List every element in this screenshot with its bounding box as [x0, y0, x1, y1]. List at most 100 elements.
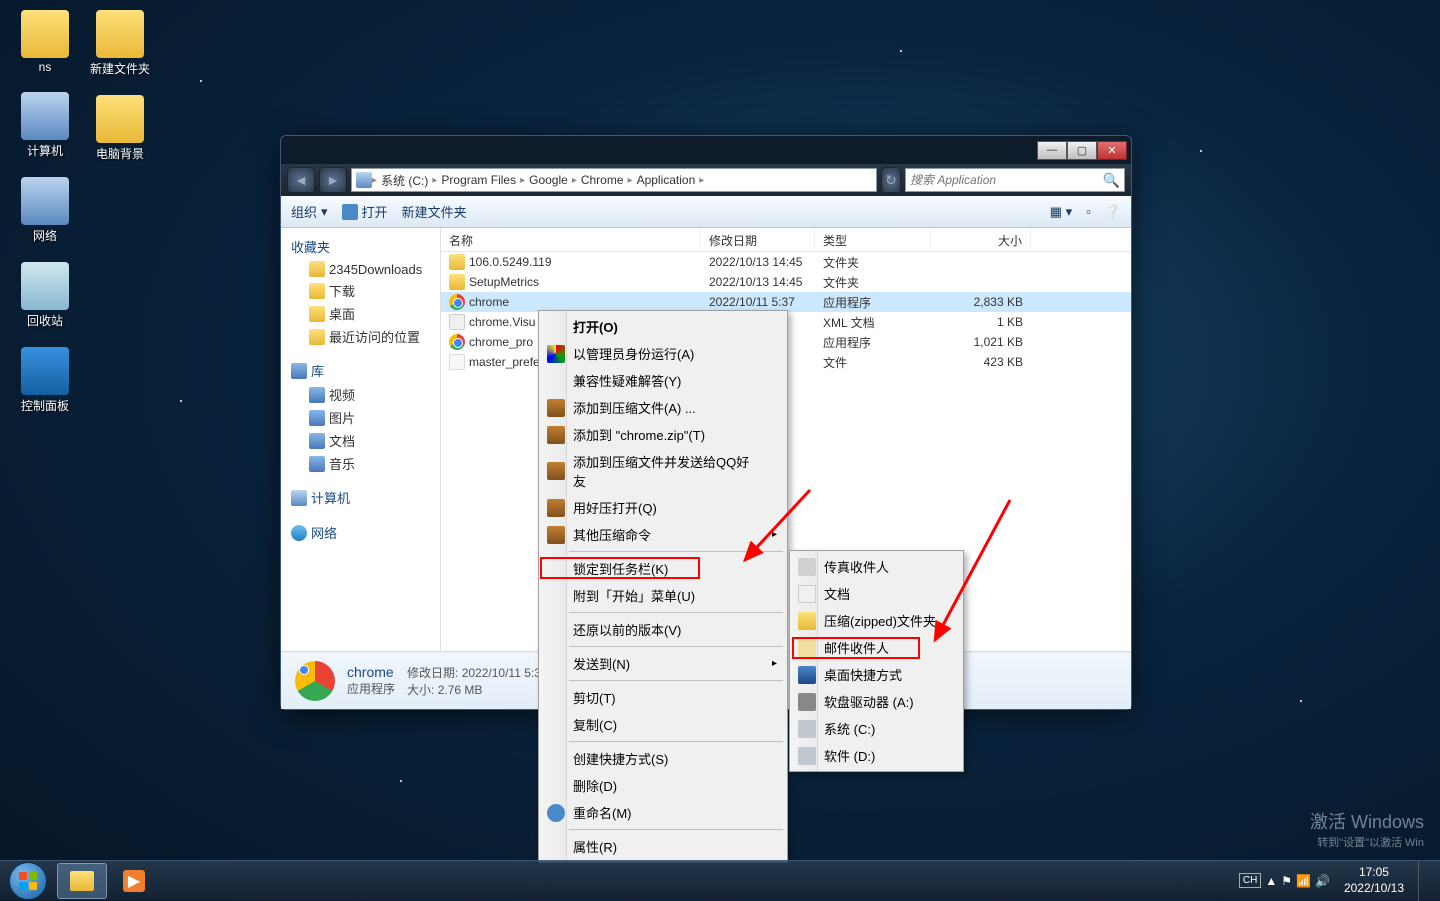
sidebar-item[interactable]: 文档: [281, 429, 440, 452]
ctx-shortcut[interactable]: 创建快捷方式(S): [541, 745, 785, 772]
file-row[interactable]: 106.0.5249.1192022/10/13 14:45文件夹: [441, 252, 1131, 272]
file-name: SetupMetrics: [469, 275, 539, 289]
back-button[interactable]: ◄: [287, 167, 315, 193]
ctx-run-admin[interactable]: 以管理员身份运行(A): [541, 340, 785, 367]
ctx-open[interactable]: 打开(O): [541, 313, 785, 340]
file-row[interactable]: SetupMetrics2022/10/13 14:45文件夹: [441, 272, 1131, 292]
organize-button[interactable]: 组织 ▾: [291, 202, 328, 221]
desktop-icon-control-panel[interactable]: 控制面板: [10, 347, 80, 414]
minimize-button[interactable]: —: [1037, 141, 1067, 160]
sidebar-item[interactable]: 2345Downloads: [281, 259, 440, 279]
help-button[interactable]: ❔: [1105, 204, 1121, 220]
ctx-cut[interactable]: 剪切(T): [541, 684, 785, 711]
archive-icon: [547, 499, 565, 517]
sendto-desktop-shortcut[interactable]: 桌面快捷方式: [792, 661, 961, 688]
volume-icon[interactable]: 🔊: [1315, 874, 1330, 888]
breadcrumb-item[interactable]: 系统 (C:): [377, 172, 432, 189]
desktop-icon-recycle[interactable]: 回收站: [10, 262, 80, 329]
sidebar-item[interactable]: 最近访问的位置: [281, 325, 440, 348]
sidebar-libraries[interactable]: 库: [281, 358, 440, 383]
sendto-d[interactable]: 软件 (D:): [792, 742, 961, 769]
refresh-button[interactable]: ↻: [881, 167, 901, 193]
document-icon: [309, 433, 325, 449]
sidebar-item[interactable]: 视频: [281, 383, 440, 406]
ctx-add-zip[interactable]: 添加到压缩文件(A) ...: [541, 394, 785, 421]
file-name: chrome: [469, 295, 509, 309]
ctx-compat[interactable]: 兼容性疑难解答(Y): [541, 367, 785, 394]
fold-icon: [449, 254, 465, 270]
col-type[interactable]: 类型: [815, 228, 931, 251]
toolbar: 组织 ▾ 打开 新建文件夹 ▦ ▾ ▫ ❔: [281, 196, 1131, 228]
sendto-c[interactable]: 系统 (C:): [792, 715, 961, 742]
clock[interactable]: 17:05 2022/10/13: [1334, 865, 1414, 896]
ctx-rename[interactable]: 重命名(M): [541, 799, 785, 826]
titlebar[interactable]: — ▢ ✕: [281, 136, 1131, 164]
sidebar-item[interactable]: 下载: [281, 279, 440, 302]
desktop-icon-wallpaper[interactable]: 电脑背景: [85, 95, 155, 162]
network-tray-icon[interactable]: 📶: [1296, 874, 1311, 888]
taskbar-explorer[interactable]: [57, 863, 107, 899]
file-row[interactable]: chrome2022/10/11 5:37应用程序2,833 KB: [441, 292, 1131, 312]
maximize-button[interactable]: ▢: [1067, 141, 1097, 160]
ctx-restore[interactable]: 还原以前的版本(V): [541, 616, 785, 643]
sendto-fax[interactable]: 传真收件人: [792, 553, 961, 580]
sidebar-item[interactable]: 音乐: [281, 452, 440, 475]
file-name: chrome.Visu: [469, 315, 535, 329]
ctx-add-chrome-zip[interactable]: 添加到 "chrome.zip"(T): [541, 421, 785, 448]
show-desktop-button[interactable]: [1418, 861, 1432, 901]
ctx-properties[interactable]: 属性(R): [541, 833, 785, 860]
ctx-add-zip-qq[interactable]: 添加到压缩文件并发送给QQ好友: [541, 448, 785, 494]
desktop-icon-computer[interactable]: 计算机: [10, 92, 80, 159]
sendto-mail[interactable]: 邮件收件人: [792, 634, 961, 661]
col-name[interactable]: 名称: [441, 228, 701, 251]
ctx-pin-start[interactable]: 附到「开始」菜单(U): [541, 582, 785, 609]
breadcrumb-item[interactable]: Google: [525, 173, 572, 187]
sidebar-favorites[interactable]: 收藏夹: [281, 234, 440, 259]
desktop-icon-new-folder[interactable]: 新建文件夹: [85, 10, 155, 77]
mail-icon: [798, 639, 816, 657]
breadcrumb-item[interactable]: Chrome: [577, 173, 628, 187]
sidebar-item[interactable]: 桌面: [281, 302, 440, 325]
search-box[interactable]: 🔍: [905, 168, 1125, 192]
archive-icon: [547, 399, 565, 417]
flag-icon[interactable]: ⚑: [1281, 874, 1292, 888]
breadcrumb[interactable]: ▸ 系统 (C:)▸ Program Files▸ Google▸ Chrome…: [351, 168, 877, 192]
breadcrumb-item[interactable]: Application: [633, 173, 700, 187]
ctx-copy[interactable]: 复制(C): [541, 711, 785, 738]
file-type: 应用程序: [815, 294, 931, 311]
view-button[interactable]: ▦ ▾: [1050, 204, 1072, 220]
sendto-docs[interactable]: 文档: [792, 580, 961, 607]
sidebar-computer[interactable]: 计算机: [281, 485, 440, 510]
col-size[interactable]: 大小: [931, 228, 1031, 251]
desktop-icon-ns[interactable]: ns: [10, 10, 80, 74]
file-size: 1,021 KB: [931, 335, 1031, 349]
col-date[interactable]: 修改日期: [701, 228, 815, 251]
sidebar-network[interactable]: 网络: [281, 520, 440, 545]
start-button[interactable]: [0, 861, 56, 901]
ime-indicator[interactable]: CH: [1239, 873, 1261, 888]
tray-icon[interactable]: ▲: [1265, 874, 1277, 888]
chrome-icon: [295, 661, 335, 701]
search-input[interactable]: [910, 173, 1103, 187]
search-icon[interactable]: 🔍: [1103, 172, 1120, 189]
ctx-delete[interactable]: 删除(D): [541, 772, 785, 799]
new-folder-button[interactable]: 新建文件夹: [402, 202, 467, 221]
sendto-floppy[interactable]: 软盘驱动器 (A:): [792, 688, 961, 715]
ctx-haozip[interactable]: 用好压打开(Q): [541, 494, 785, 521]
file-name: master_prefe: [469, 355, 540, 369]
preview-button[interactable]: ▫: [1086, 204, 1091, 219]
taskbar-media[interactable]: ▶: [109, 863, 159, 899]
open-button[interactable]: 打开: [342, 202, 388, 221]
sidebar-item[interactable]: 图片: [281, 406, 440, 429]
desktop-icon-network[interactable]: 网络: [10, 177, 80, 244]
close-button[interactable]: ✕: [1097, 141, 1127, 160]
drive-icon: [798, 747, 816, 765]
ctx-other-zip[interactable]: 其他压缩命令▸: [541, 521, 785, 548]
file-date: 2022/10/13 14:45: [701, 255, 815, 269]
forward-button[interactable]: ►: [319, 167, 347, 193]
ctx-pin-taskbar[interactable]: 锁定到任务栏(K): [541, 555, 785, 582]
breadcrumb-item[interactable]: Program Files: [437, 173, 520, 187]
sendto-zip[interactable]: 压缩(zipped)文件夹: [792, 607, 961, 634]
ctx-send-to[interactable]: 发送到(N)▸: [541, 650, 785, 677]
desktop-icon-label: 控制面板: [10, 397, 80, 414]
